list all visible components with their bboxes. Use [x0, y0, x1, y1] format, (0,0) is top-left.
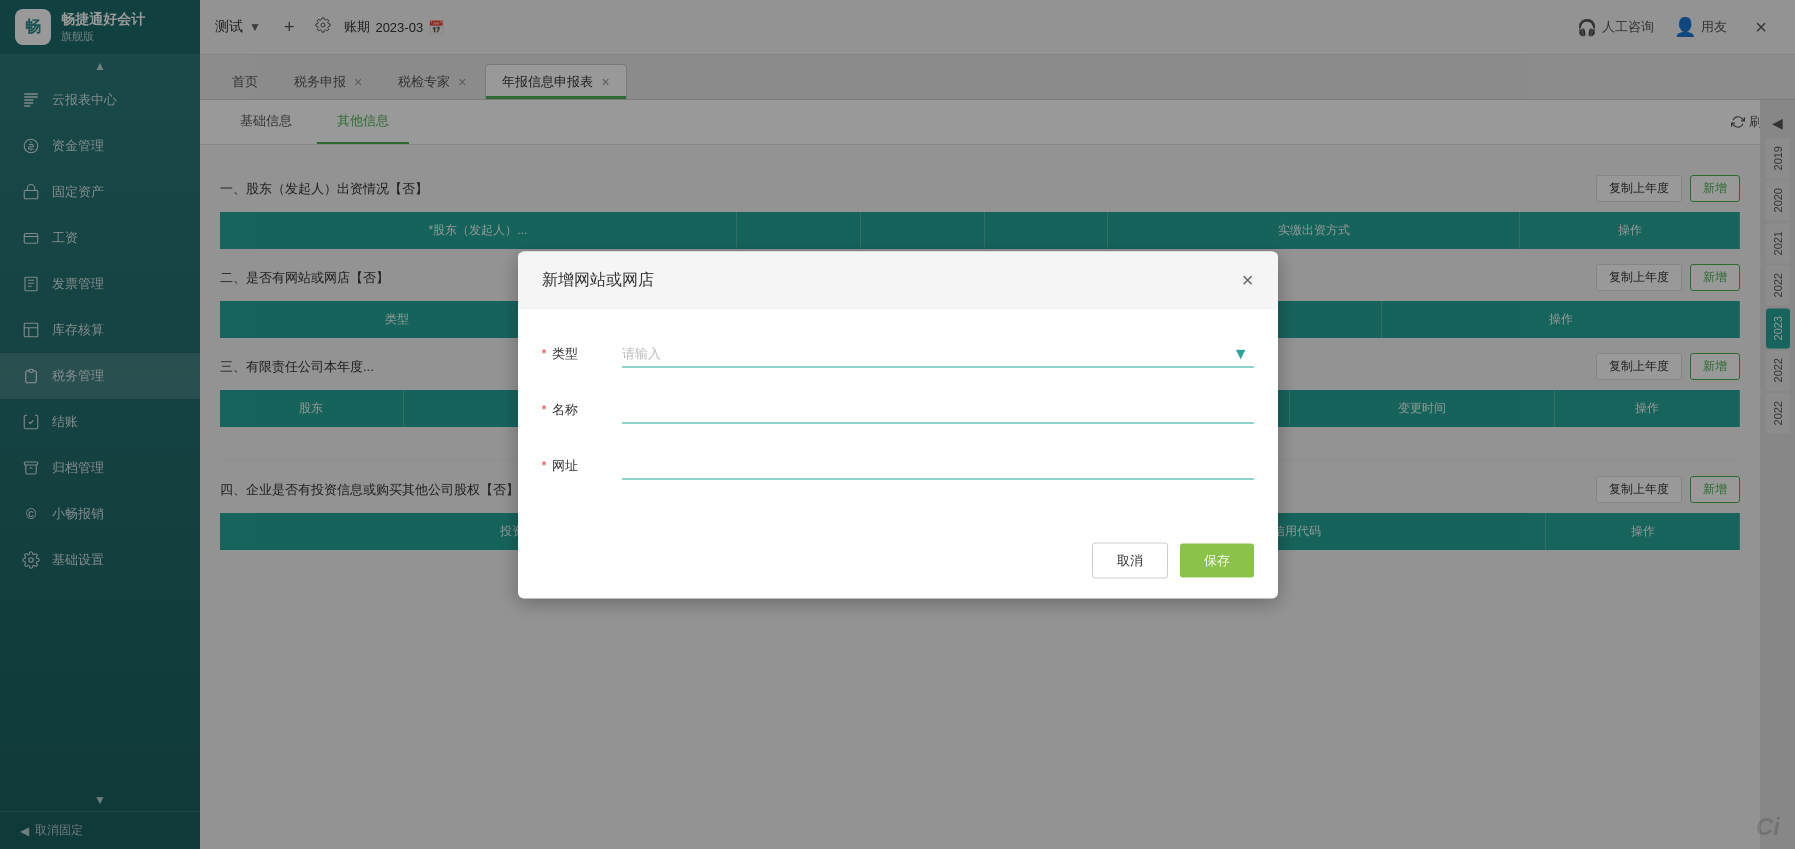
name-required-mark: *: [542, 401, 547, 416]
url-label: * 网址: [542, 456, 622, 474]
type-label-text: 类型: [552, 345, 578, 360]
dialog-close-btn[interactable]: ×: [1242, 270, 1254, 290]
dialog-body: * 类型 ▼ * 名称 * 网址: [518, 309, 1278, 527]
add-website-dialog: 新增网站或网店 × * 类型 ▼ * 名称: [518, 251, 1278, 598]
form-row-name: * 名称: [542, 395, 1254, 423]
dialog-title: 新增网站或网店: [542, 269, 654, 290]
name-field: [622, 395, 1254, 423]
url-input[interactable]: [622, 451, 1254, 479]
type-field: ▼: [622, 339, 1254, 367]
type-input[interactable]: [622, 339, 1254, 367]
type-label: * 类型: [542, 344, 622, 362]
name-label-text: 名称: [552, 401, 578, 416]
save-button[interactable]: 保存: [1180, 543, 1254, 577]
type-required-mark: *: [542, 345, 547, 360]
name-label: * 名称: [542, 400, 622, 418]
dialog-header: 新增网站或网店 ×: [518, 251, 1278, 309]
url-field: [622, 451, 1254, 479]
cancel-button[interactable]: 取消: [1092, 542, 1168, 578]
name-input[interactable]: [622, 395, 1254, 423]
form-row-type: * 类型 ▼: [542, 339, 1254, 367]
url-required-mark: *: [542, 457, 547, 472]
url-label-text: 网址: [552, 457, 578, 472]
form-row-url: * 网址: [542, 451, 1254, 479]
dialog-footer: 取消 保存: [518, 527, 1278, 598]
